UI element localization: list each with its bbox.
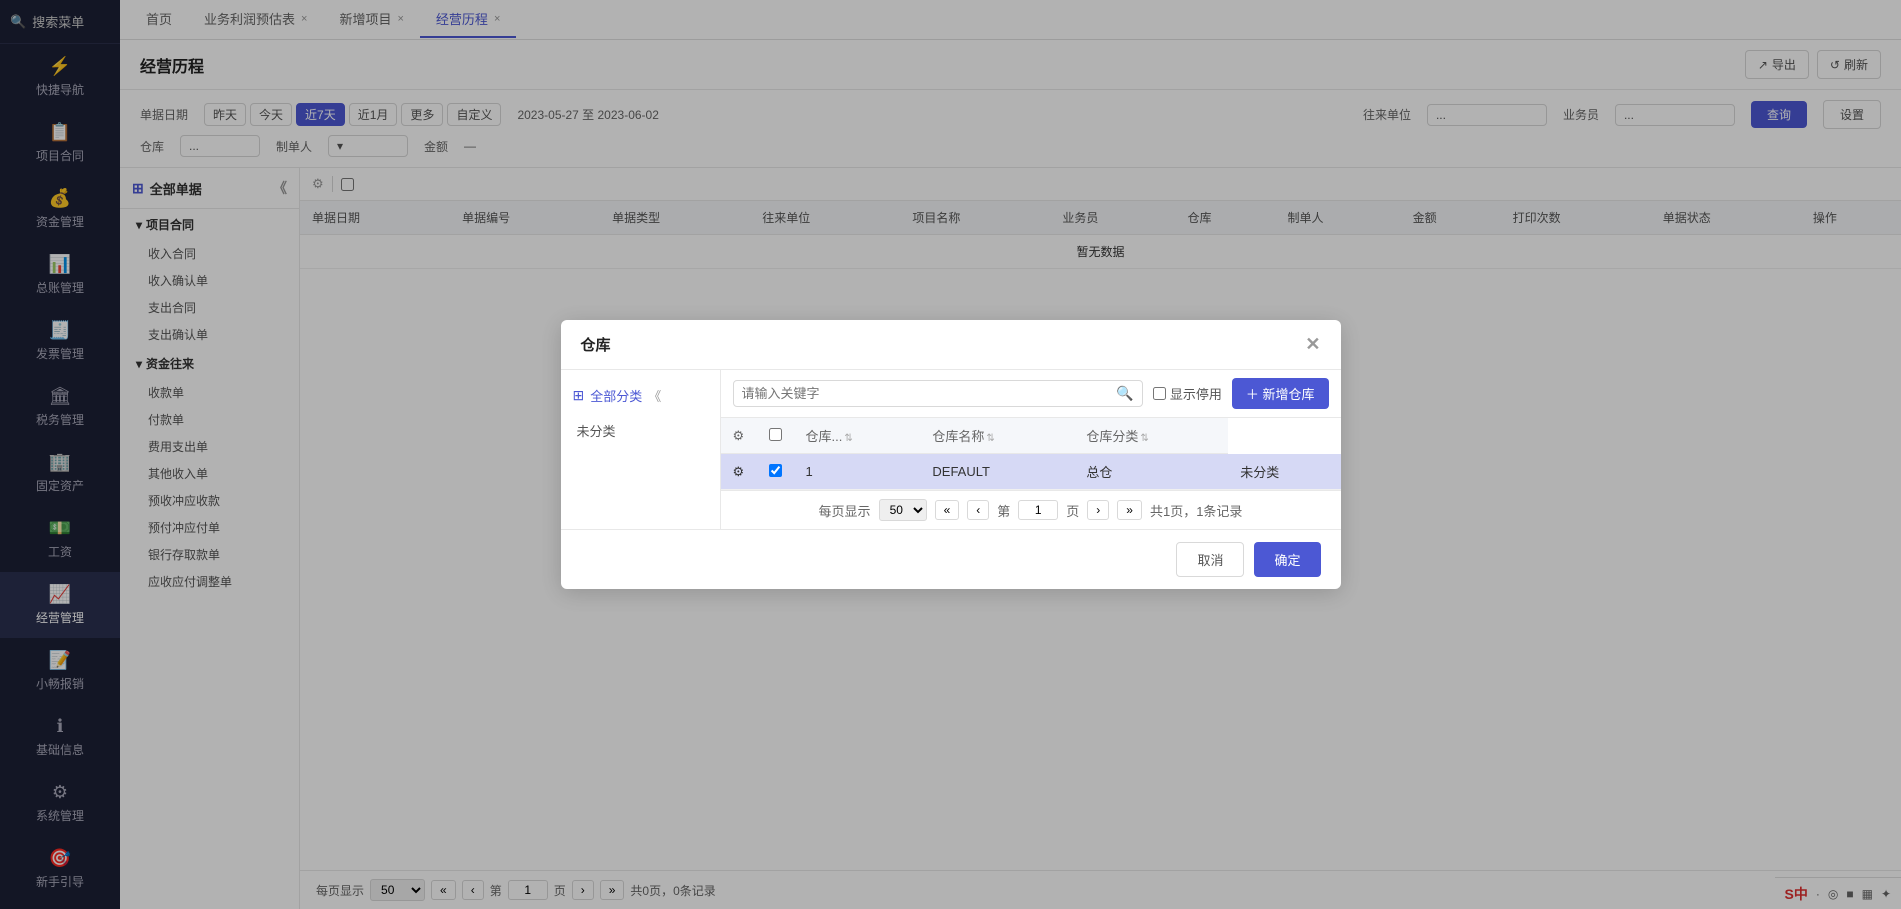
modal-header: 仓库 ✕ [561, 320, 1341, 370]
modal-page-input[interactable] [1018, 500, 1058, 520]
row-select-checkbox[interactable] [769, 464, 782, 477]
modal-table-wrap: ⚙ 仓库...⇅ 仓库名称⇅ 仓库分类⇅ ⚙ 1 DEFAULT 总仓 未分类 [721, 418, 1341, 490]
modal-collapse-btn[interactable]: 《 [648, 386, 661, 405]
modal-body: ⊞ 全部分类 《 未分类 🔍 显示停用 [561, 370, 1341, 529]
modal-search-wrap: 🔍 [733, 380, 1143, 407]
modal-last-btn[interactable]: » [1117, 500, 1142, 520]
sort-icon-code: ⇅ [844, 433, 852, 444]
modal-toolbar: 🔍 显示停用 ＋ 新增仓库 [721, 370, 1341, 418]
modal-search-input[interactable] [742, 386, 1111, 401]
settings-col-icon: ⚙ [733, 428, 745, 443]
modal-search-icon: 🔍 [1116, 385, 1133, 402]
row-checkbox [757, 454, 794, 490]
modal-total-text: 共1页，1条记录 [1150, 501, 1242, 520]
confirm-button[interactable]: 确定 [1254, 542, 1320, 577]
modal-select-all[interactable] [769, 428, 782, 441]
row-id: 1 [794, 454, 921, 490]
modal-all-categories[interactable]: ⊞ 全部分类 《 [561, 378, 720, 413]
modal-pagination: 每页显示 50 « ‹ 第 页 › » 共1页，1条记录 [721, 490, 1341, 529]
modal-next-btn[interactable]: › [1087, 500, 1109, 520]
modal-left-panel: ⊞ 全部分类 《 未分类 [561, 370, 721, 529]
modal-unclassified-item[interactable]: 未分类 [561, 413, 720, 448]
grid-icon-modal: ⊞ [573, 387, 585, 404]
modal-overlay: 仓库 ✕ ⊞ 全部分类 《 未分类 🔍 [0, 0, 1901, 909]
warehouse-modal: 仓库 ✕ ⊞ 全部分类 《 未分类 🔍 [561, 320, 1341, 589]
row-code: DEFAULT [920, 454, 1074, 490]
row-settings-icon: ⚙ [733, 464, 745, 479]
modal-prev-btn[interactable]: ‹ [967, 500, 989, 520]
modal-right-panel: 🔍 显示停用 ＋ 新增仓库 ⚙ 仓库...⇅ [721, 370, 1341, 529]
modal-page-label: 第 [997, 501, 1010, 520]
cancel-button[interactable]: 取消 [1176, 542, 1244, 577]
show-disabled-wrap: 显示停用 [1153, 384, 1222, 403]
th-category: 仓库分类⇅ [1074, 418, 1228, 454]
show-disabled-checkbox[interactable] [1153, 387, 1166, 400]
modal-table: ⚙ 仓库...⇅ 仓库名称⇅ 仓库分类⇅ ⚙ 1 DEFAULT 总仓 未分类 [721, 418, 1341, 490]
modal-page-size-select[interactable]: 50 [879, 499, 927, 521]
th-code: 仓库...⇅ [794, 418, 921, 454]
th-settings: ⚙ [721, 418, 757, 454]
modal-title: 仓库 [581, 334, 611, 355]
modal-first-btn[interactable]: « [935, 500, 960, 520]
sort-icon-name: ⇅ [986, 433, 994, 444]
th-name: 仓库名称⇅ [920, 418, 1074, 454]
row-settings: ⚙ [721, 454, 757, 490]
modal-close-button[interactable]: ✕ [1305, 334, 1320, 355]
modal-table-row[interactable]: ⚙ 1 DEFAULT 总仓 未分类 [721, 454, 1341, 490]
modal-actions: 取消 确定 [561, 529, 1341, 589]
add-warehouse-button[interactable]: ＋ 新增仓库 [1232, 378, 1329, 409]
modal-table-header-row: ⚙ 仓库...⇅ 仓库名称⇅ 仓库分类⇅ [721, 418, 1341, 454]
sort-icon-category: ⇅ [1140, 433, 1148, 444]
th-checkbox [757, 418, 794, 454]
modal-page-unit: 页 [1066, 501, 1079, 520]
row-name: 总仓 [1074, 454, 1228, 490]
row-category: 未分类 [1228, 454, 1340, 490]
